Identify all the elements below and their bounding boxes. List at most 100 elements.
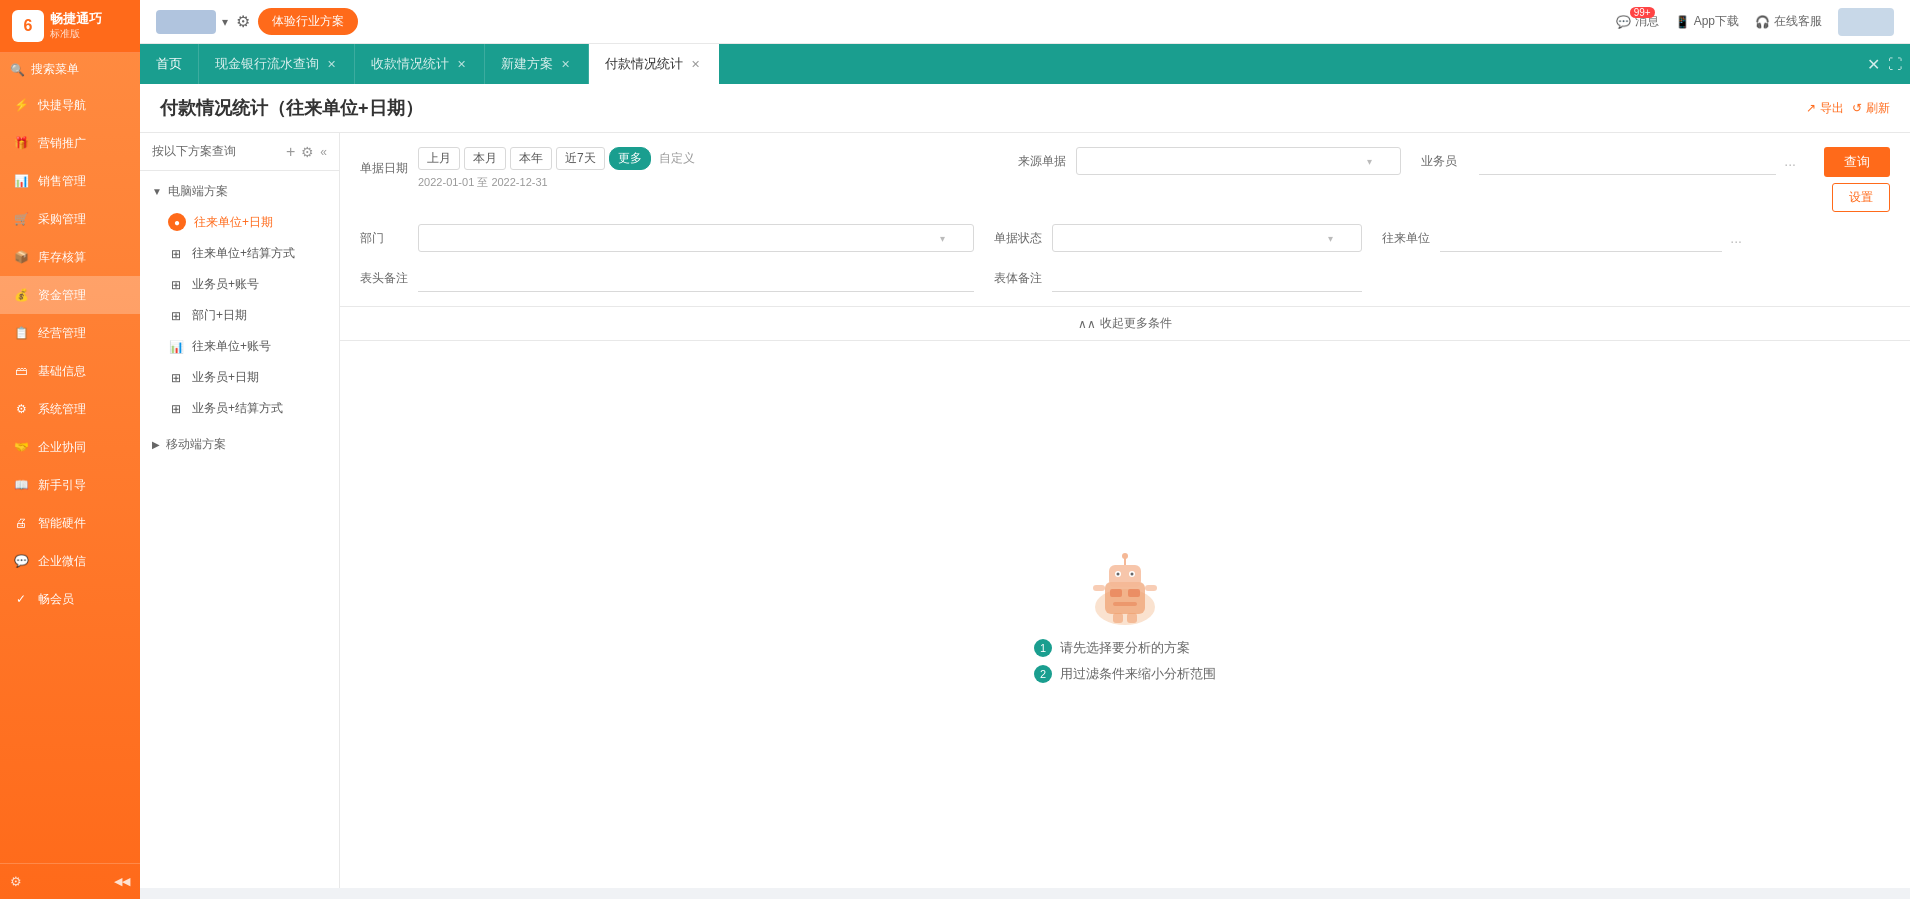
- marketing-icon: 🎁: [12, 134, 30, 152]
- scheme-icon-6: ⊞: [168, 401, 184, 417]
- svg-rect-4: [1113, 602, 1137, 606]
- unit-more-btn[interactable]: ...: [1730, 230, 1742, 246]
- sidebar-item-funds[interactable]: 💰 资金管理: [0, 276, 140, 314]
- scheme-collapse-button[interactable]: «: [320, 145, 327, 159]
- date-btn-last-month[interactable]: 上月: [418, 147, 460, 170]
- filter-row-3: 表头备注 表体备注: [360, 264, 1890, 292]
- tab-receipts[interactable]: 收款情况统计 ✕: [355, 44, 485, 84]
- tab-bank[interactable]: 现金银行流水查询 ✕: [199, 44, 355, 84]
- scheme-setting-button[interactable]: ⚙: [301, 144, 314, 160]
- salesperson-more-btn[interactable]: ...: [1784, 153, 1796, 169]
- content-wrapper: 按以下方案查询 + ⚙ « ▼ 电脑端方案 ● 往来单位+日: [140, 133, 1910, 888]
- empty-hint-2: 2 用过滤条件来缩小分析范围: [1034, 665, 1216, 683]
- sales-icon: 📊: [12, 172, 30, 190]
- sidebar-search[interactable]: 🔍 搜索菜单: [0, 53, 140, 86]
- date-btn-this-month[interactable]: 本月: [464, 147, 506, 170]
- wechat-icon: 💬: [12, 552, 30, 570]
- scheme-item-unit-account[interactable]: 📊 往来单位+账号: [140, 331, 339, 362]
- scheme-item-staff-date[interactable]: ⊞ 业务员+日期: [140, 362, 339, 393]
- scheme-add-button[interactable]: +: [286, 144, 295, 160]
- svg-rect-3: [1128, 589, 1140, 597]
- user-avatar[interactable]: [1838, 8, 1894, 36]
- svg-point-11: [1122, 553, 1128, 559]
- tab-bank-close[interactable]: ✕: [325, 57, 338, 72]
- scheme-pc-group-header[interactable]: ▼ 电脑端方案: [140, 177, 339, 206]
- svg-rect-14: [1113, 613, 1123, 623]
- sidebar-item-quick-nav[interactable]: ⚡ 快捷导航: [0, 86, 140, 124]
- sidebar-footer: ⚙ ◀◀: [0, 863, 140, 899]
- app-download-button[interactable]: 📱 App下载: [1675, 13, 1739, 30]
- topbar-gear-icon[interactable]: ⚙: [236, 12, 250, 31]
- sidebar-item-inventory[interactable]: 📦 库存核算: [0, 238, 140, 276]
- scheme-icon-4: 📊: [168, 339, 184, 355]
- sidebar-item-member[interactable]: ✓ 畅会员: [0, 580, 140, 618]
- filter-date-item: 单据日期 上月 本月 本年 近7天 更多 自定义 20: [360, 147, 998, 190]
- guide-icon: 📖: [12, 476, 30, 494]
- sidebar-item-operations[interactable]: 📋 经营管理: [0, 314, 140, 352]
- footer-settings-icon[interactable]: ⚙: [10, 874, 22, 889]
- tab-close-all-icon[interactable]: ✕: [1867, 55, 1880, 74]
- filter-salesperson-item: 业务员 ...: [1421, 147, 1804, 175]
- scheme-active-dot: ●: [168, 213, 186, 231]
- hint-num-1: 1: [1034, 639, 1052, 657]
- date-label: 单据日期: [360, 160, 410, 177]
- source-select[interactable]: ▾: [1076, 147, 1401, 175]
- tab-payments-close[interactable]: ✕: [689, 57, 702, 72]
- scheme-item-staff-settle[interactable]: ⊞ 业务员+结算方式: [140, 393, 339, 424]
- setting-button[interactable]: 设置: [1832, 183, 1890, 212]
- topbar-account[interactable]: ▾: [156, 10, 228, 34]
- tab-payments[interactable]: 付款情况统计 ✕: [589, 44, 719, 84]
- export-button[interactable]: ↗ 导出: [1806, 100, 1844, 117]
- account-avatar: [156, 10, 216, 34]
- sidebar-item-guide[interactable]: 📖 新手引导: [0, 466, 140, 504]
- dropdown-arrow[interactable]: ▾: [222, 15, 228, 29]
- sidebar-item-system[interactable]: ⚙ 系统管理: [0, 390, 140, 428]
- tab-new-scheme-close[interactable]: ✕: [559, 57, 572, 72]
- logo-text: 畅捷通巧 标准版: [50, 11, 102, 41]
- empty-robot-illustration: [1075, 547, 1175, 627]
- date-btn-7days[interactable]: 近7天: [556, 147, 605, 170]
- tab-home[interactable]: 首页: [140, 44, 199, 84]
- filter-unit-item: 往来单位 ...: [1382, 224, 1750, 252]
- scheme-item-unit-settle[interactable]: ⊞ 往来单位+结算方式: [140, 238, 339, 269]
- scheme-item-dept-date[interactable]: ⊞ 部门+日期: [140, 300, 339, 331]
- service-icon: 🎧: [1755, 15, 1770, 29]
- scheme-item-staff-account[interactable]: ⊞ 业务员+账号: [140, 269, 339, 300]
- pc-group-arrow: ▼: [152, 186, 162, 197]
- sidebar-item-marketing[interactable]: 🎁 营销推广: [0, 124, 140, 162]
- sidebar-item-sales[interactable]: 📊 销售管理: [0, 162, 140, 200]
- scheme-item-unit-date[interactable]: ● 往来单位+日期: [140, 206, 339, 238]
- date-btn-more[interactable]: 更多: [609, 147, 651, 170]
- scheme-icon-3: ⊞: [168, 308, 184, 324]
- tab-new-scheme[interactable]: 新建方案 ✕: [485, 44, 589, 84]
- collapse-bar[interactable]: ∧∧ 收起更多条件: [340, 307, 1910, 341]
- unit-label: 往来单位: [1382, 230, 1432, 247]
- query-button[interactable]: 查询: [1824, 147, 1890, 177]
- filter-row-2: 部门 ▾ 单据状态 ▾: [360, 224, 1890, 252]
- sidebar-item-collab[interactable]: 🤝 企业协同: [0, 428, 140, 466]
- footer-collapse-icon[interactable]: ◀◀: [114, 875, 130, 888]
- date-custom-label: 自定义: [659, 150, 695, 167]
- empty-state: 1 请先选择要分析的方案 2 用过滤条件来缩小分析范围: [340, 341, 1910, 888]
- date-btn-this-year[interactable]: 本年: [510, 147, 552, 170]
- scheme-mobile-group[interactable]: ▶ 移动端方案: [140, 430, 339, 459]
- mobile-group-arrow: ▶: [152, 439, 160, 450]
- right-panel: 单据日期 上月 本月 本年 近7天 更多 自定义 20: [340, 133, 1910, 888]
- svg-point-9: [1131, 572, 1134, 575]
- topbar: ▾ ⚙ 体验行业方案 💬 消息 99+ 📱 App下载 🎧 在线客服: [140, 0, 1910, 44]
- trial-button[interactable]: 体验行业方案: [258, 8, 358, 35]
- header-note-input[interactable]: [418, 264, 974, 292]
- body-note-input[interactable]: [1052, 264, 1362, 292]
- refresh-button[interactable]: ↺ 刷新: [1852, 100, 1890, 117]
- docstatus-select[interactable]: ▾: [1052, 224, 1362, 252]
- sidebar-item-basic-info[interactable]: 🗃 基础信息: [0, 352, 140, 390]
- dept-select[interactable]: ▾: [418, 224, 974, 252]
- tab-expand-icon[interactable]: ⛶: [1888, 56, 1902, 72]
- sidebar-item-hardware[interactable]: 🖨 智能硬件: [0, 504, 140, 542]
- tab-receipts-close[interactable]: ✕: [455, 57, 468, 72]
- message-button[interactable]: 💬 消息 99+: [1616, 13, 1659, 30]
- sidebar-item-purchase[interactable]: 🛒 采购管理: [0, 200, 140, 238]
- filter-dept-item: 部门 ▾: [360, 224, 974, 252]
- sidebar-item-wechat[interactable]: 💬 企业微信: [0, 542, 140, 580]
- online-service-button[interactable]: 🎧 在线客服: [1755, 13, 1822, 30]
